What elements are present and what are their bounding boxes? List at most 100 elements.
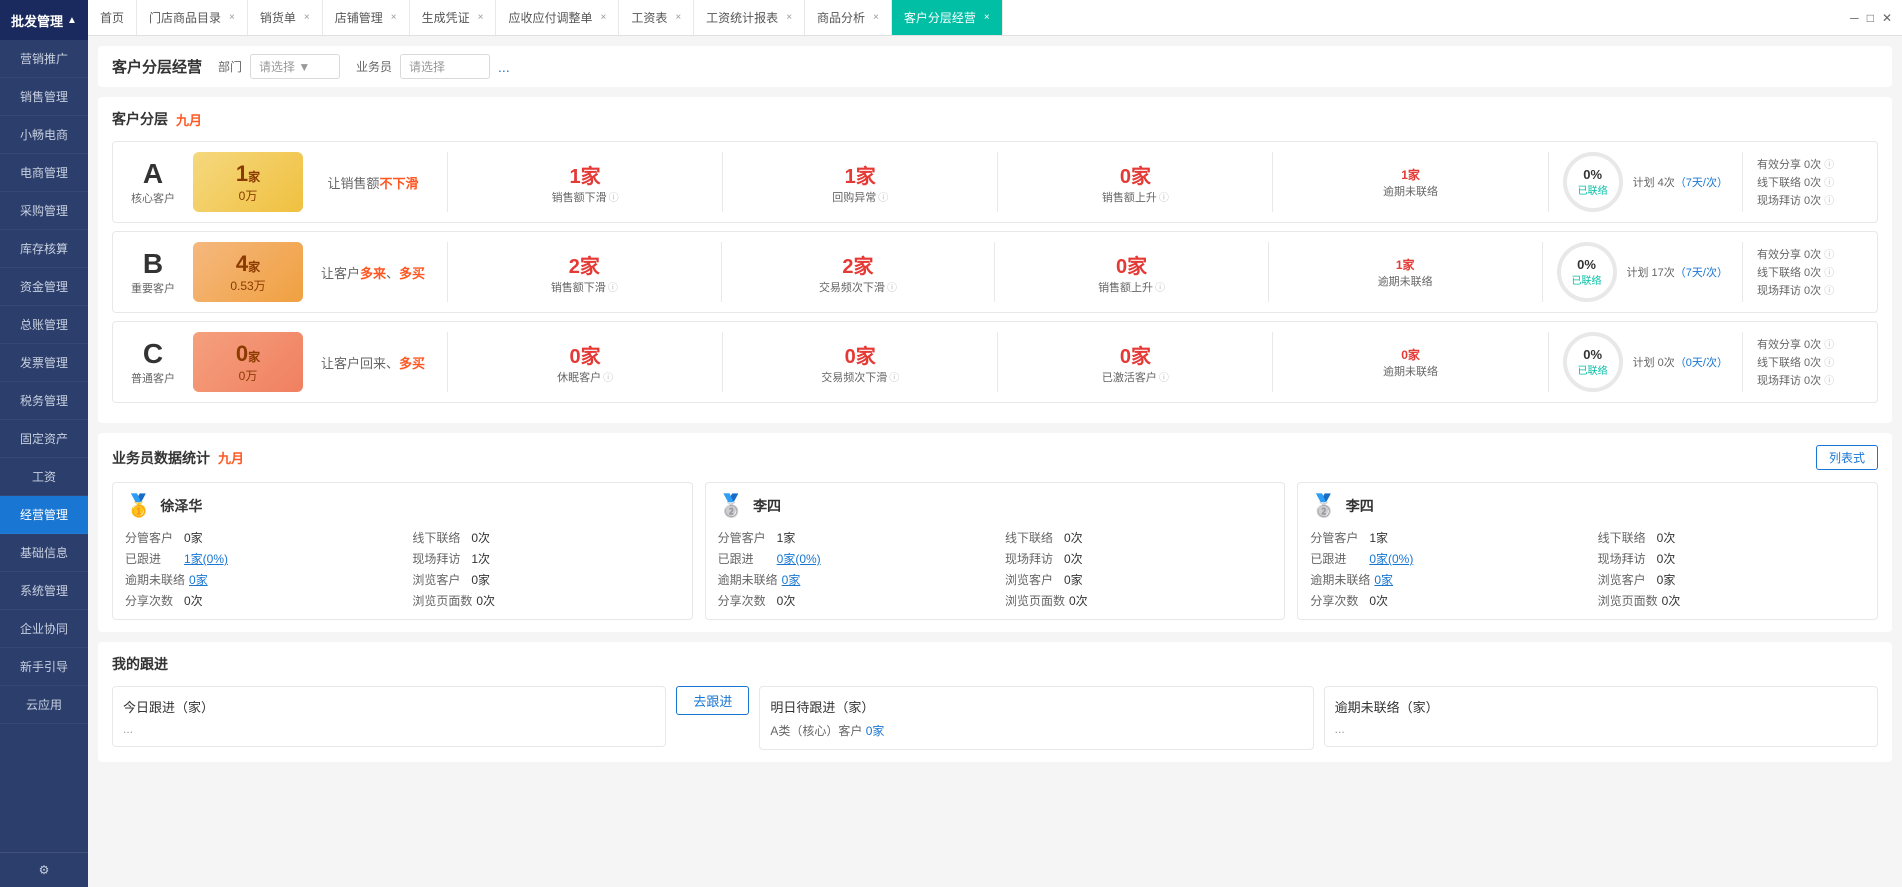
sidebar-item-9[interactable]: 税务管理 — [0, 382, 88, 420]
dept-select[interactable]: 请选择 ▼ — [250, 54, 340, 79]
list-view-btn[interactable]: 列表式 — [1816, 445, 1878, 470]
tab-label-4: 生成凭证 — [422, 9, 470, 26]
sidebar-item-8[interactable]: 发票管理 — [0, 344, 88, 382]
tab-6[interactable]: 工资表× — [619, 0, 694, 35]
tab-3[interactable]: 店铺管理 × — [323, 0, 410, 35]
tier-count-box-A[interactable]: 1家 0万 — [193, 152, 303, 212]
staff-stat-value-1-0: 1家 — [777, 529, 796, 546]
tier-count-box-B[interactable]: 4家 0.53万 — [193, 242, 303, 302]
window-restore-icon[interactable]: □ — [1867, 11, 1874, 25]
tier-count-box-C[interactable]: 0家 0万 — [193, 332, 303, 392]
tab-close-8[interactable]: × — [873, 12, 879, 23]
tier-stat1-A[interactable]: 1家 销售额下滑 ⓘ — [462, 160, 708, 205]
staff-stat-row-2-6: 分享次数 0次 — [1310, 592, 1577, 609]
tab-close-2[interactable]: × — [304, 12, 310, 23]
tab-close-6[interactable]: × — [675, 12, 681, 23]
sidebar-item-7[interactable]: 总账管理 — [0, 306, 88, 344]
staff-stat-row-1-4: 逾期未联络 0家 — [718, 571, 985, 588]
sidebar-item-3[interactable]: 电商管理 — [0, 154, 88, 192]
sidebar-item-14[interactable]: 系统管理 — [0, 572, 88, 610]
staff-stat-value-2-4[interactable]: 0家 — [1374, 571, 1393, 588]
staff-stat-value-2-2[interactable]: 0家(0%) — [1369, 550, 1413, 567]
goto-followup-btn[interactable]: 去跟进 — [676, 686, 749, 715]
tab-close-9[interactable]: × — [984, 12, 990, 23]
window-minimize-icon[interactable]: ─ — [1850, 11, 1859, 25]
goto-followup-container: 去跟进 — [676, 686, 749, 715]
tier-label-C: C 普通客户 — [123, 338, 183, 386]
sidebar-logo: 批发管理 ▲ — [0, 0, 88, 40]
sidebar-item-12[interactable]: 经营管理 — [0, 496, 88, 534]
staff-stat-row-0-0: 分管客户 0家 — [125, 529, 392, 546]
window-close-icon[interactable]: ✕ — [1882, 11, 1892, 25]
tab-9[interactable]: 客户分层经营× — [892, 0, 1003, 35]
staff-stat-row-2-3: 现场拜访 0次 — [1598, 550, 1865, 567]
staff-stat-value-0-0: 0家 — [184, 529, 203, 546]
tab-label-0: 首页 — [100, 9, 124, 26]
tier-stat1-C[interactable]: 0家 休眠客户 ⓘ — [462, 340, 708, 385]
sidebar-expand-icon[interactable]: ▲ — [67, 15, 77, 26]
tab-close-3[interactable]: × — [391, 12, 397, 23]
tier-stat3-A[interactable]: 0家 销售额上升 ⓘ — [1012, 160, 1258, 205]
sidebar-settings[interactable]: ⚙ — [0, 852, 88, 887]
content-area: 客户分层经营 部门 请选择 ▼ 业务员 请选择 ... 客户分层 九月 — [88, 36, 1902, 887]
tab-close-5[interactable]: × — [600, 12, 606, 23]
staff-avatar-2: 🥈 — [1310, 493, 1337, 519]
sidebar-item-13[interactable]: 基础信息 — [0, 534, 88, 572]
tier-right-stats-C: 有效分享 0次 ⓘ线下联络 0次 ⓘ现场拜访 0次 ⓘ — [1757, 336, 1867, 388]
tier-stat3-B[interactable]: 0家 销售额上升 ⓘ — [1009, 250, 1254, 295]
tab-1[interactable]: 门店商品目录× — [137, 0, 248, 35]
followup-header: 我的跟进 — [112, 654, 1878, 674]
customer-section-header: 客户分层 九月 — [112, 109, 1878, 129]
sidebar-item-4[interactable]: 采购管理 — [0, 192, 88, 230]
sidebar-item-2[interactable]: 小畅电商 — [0, 116, 88, 154]
sidebar-item-17[interactable]: 云应用 — [0, 686, 88, 724]
staff-stat-value-2-5: 0家 — [1657, 571, 1676, 588]
tier-divider-4-C — [1272, 332, 1273, 392]
tier-divider-4-A — [1272, 152, 1273, 212]
sidebar-item-11[interactable]: 工资 — [0, 458, 88, 496]
tier-label-A: A 核心客户 — [123, 158, 183, 206]
sidebar-item-15[interactable]: 企业协同 — [0, 610, 88, 648]
tier-stat2-C[interactable]: 0家 交易频次下滑 ⓘ — [737, 340, 983, 385]
tier-stat2-B[interactable]: 2家 交易频次下滑 ⓘ — [736, 250, 981, 295]
sidebar-item-5[interactable]: 库存核算 — [0, 230, 88, 268]
staff-stat-row-0-4: 逾期未联络 0家 — [125, 571, 392, 588]
staff-stat-row-0-7: 浏览页面数 0次 — [412, 592, 679, 609]
tier-row-C: C 普通客户 0家 0万 让客户回来、多买 0家 休眠客户 ⓘ 0家 交易频次下… — [112, 321, 1878, 403]
more-filters-btn[interactable]: ... — [498, 59, 510, 75]
staff-select[interactable]: 请选择 — [400, 54, 490, 79]
staff-stat-value-1-6: 0次 — [777, 592, 796, 609]
tier-circle-C: 0% 已联络 — [1563, 332, 1623, 392]
tab-close-7[interactable]: × — [786, 12, 792, 23]
tab-close-4[interactable]: × — [478, 12, 484, 23]
staff-stat-value-1-4[interactable]: 0家 — [782, 571, 801, 588]
tab-5[interactable]: 应收应付调整单× — [496, 0, 619, 35]
staff-card-0: 🥇 徐泽华 分管客户 0家 线下联络 0次 已跟进 1家(0%) 现场拜访 1次… — [112, 482, 693, 620]
tab-0[interactable]: 首页 — [88, 0, 137, 35]
staff-stat-row-0-5: 浏览客户 0家 — [412, 571, 679, 588]
staff-stat-value-0-4[interactable]: 0家 — [189, 571, 208, 588]
sidebar-item-1[interactable]: 销售管理 — [0, 78, 88, 116]
tomorrow-followup-title: 明日待跟进（家） — [770, 697, 1302, 716]
main-area: 首页门店商品目录×销货单×店铺管理×生成凭证×应收应付调整单×工资表×工资统计报… — [88, 0, 1902, 887]
sidebar-item-10[interactable]: 固定资产 — [0, 420, 88, 458]
sidebar-item-0[interactable]: 营销推广 — [0, 40, 88, 78]
tier-stat2-A[interactable]: 1家 回购异常 ⓘ — [737, 160, 983, 205]
tier-stat3-C[interactable]: 0家 已激活客户 ⓘ — [1012, 340, 1258, 385]
tab-7[interactable]: 工资统计报表× — [694, 0, 805, 35]
staff-stat-value-1-2[interactable]: 0家(0%) — [777, 550, 821, 567]
tier-divider-5-C — [1548, 332, 1549, 392]
tab-label-3: 店铺管理 — [335, 9, 383, 26]
tier-stat1-B[interactable]: 2家 销售额下滑 ⓘ — [462, 250, 707, 295]
staff-card-header-0: 🥇 徐泽华 — [125, 493, 680, 519]
tab-8[interactable]: 商品分析× — [805, 0, 892, 35]
today-followup-title: 今日跟进（家） — [123, 697, 655, 716]
sidebar-item-6[interactable]: 资金管理 — [0, 268, 88, 306]
tab-4[interactable]: 生成凭证 × — [410, 0, 497, 35]
tab-2[interactable]: 销货单× — [248, 0, 323, 35]
sidebar-item-16[interactable]: 新手引导 — [0, 648, 88, 686]
staff-stat-value-2-1: 0次 — [1657, 529, 1676, 546]
staff-stat-value-0-2[interactable]: 1家(0%) — [184, 550, 228, 567]
staff-stat-row-1-6: 分享次数 0次 — [718, 592, 985, 609]
tab-close-1[interactable]: × — [229, 12, 235, 23]
